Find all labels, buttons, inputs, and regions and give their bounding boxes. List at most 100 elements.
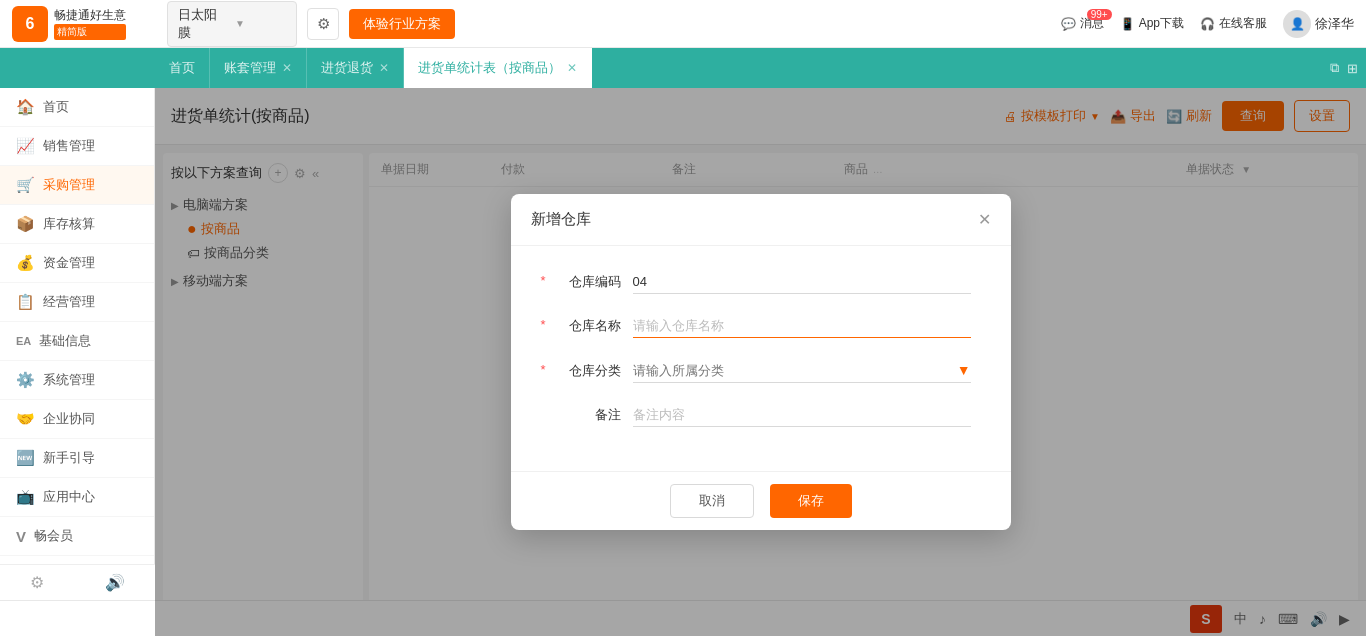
online-service-label: 在线客服 (1219, 15, 1267, 32)
warehouse-code-input[interactable] (633, 270, 971, 294)
avatar: 👤 (1283, 10, 1311, 38)
app-download-label: App下载 (1139, 15, 1184, 32)
store-selector[interactable]: 日太阳膜 ▼ (167, 1, 297, 47)
sidebar-item-basic-info[interactable]: EA 基础信息 (0, 322, 154, 361)
header-right: 💬 消息 99+ 📱 App下载 🎧 在线客服 👤 徐泽华 (1061, 10, 1354, 38)
sidebar-item-sales[interactable]: 📈 销售管理 (0, 127, 154, 166)
user-name-label: 徐泽华 (1315, 15, 1354, 33)
sidebar-label-app-center: 应用中心 (43, 488, 95, 506)
finance-icon: 💰 (16, 254, 35, 272)
dialog-body: 仓库编码 仓库名称 仓库分类 ▼ (511, 246, 1011, 471)
app-logo-icon: 6 (12, 6, 48, 42)
content-area: 进货单统计(按商品) 🖨 按模板打印 ▼ 📤 导出 🔄 刷新 查询 设置 (155, 88, 1366, 636)
sidebar-label-sales: 销售管理 (43, 137, 95, 155)
sidebar-item-purchase[interactable]: 🛒 采购管理 (0, 166, 154, 205)
system-icon: ⚙️ (16, 371, 35, 389)
sidebar-item-guide[interactable]: 🆕 新手引导 (0, 439, 154, 478)
tab-purchase-stats[interactable]: 进货单统计表（按商品） ✕ (404, 48, 592, 88)
purchase-icon: 🛒 (16, 176, 35, 194)
category-dropdown-arrow: ▼ (957, 362, 971, 378)
sidebar-item-enterprise[interactable]: 🤝 企业协同 (0, 400, 154, 439)
sidebar-settings-icon[interactable]: ⚙ (30, 573, 44, 592)
tab-account-management[interactable]: 账套管理 ✕ (210, 48, 307, 88)
dialog-title: 新增仓库 (531, 210, 591, 229)
cancel-button[interactable]: 取消 (670, 484, 754, 518)
sidebar-item-finance[interactable]: 💰 资金管理 (0, 244, 154, 283)
sidebar-item-inventory[interactable]: 📦 库存核算 (0, 205, 154, 244)
sidebar-label-purchase: 采购管理 (43, 176, 95, 194)
tab-purchase-return[interactable]: 进货退货 ✕ (307, 48, 404, 88)
sidebar-label-basic-info: 基础信息 (39, 332, 91, 350)
sidebar-label-finance: 资金管理 (43, 254, 95, 272)
sidebar: 🏠 首页 📈 销售管理 🛒 采购管理 📦 库存核算 💰 资金管理 📋 经营管理 … (0, 88, 155, 636)
messages-badge: 99+ (1087, 9, 1112, 20)
sidebar-label-system: 系统管理 (43, 371, 95, 389)
tab-bar: 首页 账套管理 ✕ 进货退货 ✕ 进货单统计表（按商品） ✕ ⧉ ⊞ (0, 48, 1366, 88)
brand-name: 畅捷通好生意 (54, 7, 126, 24)
tab-bar-controls: ⧉ ⊞ (1330, 60, 1366, 76)
sidebar-label-membership: 畅会员 (34, 527, 73, 545)
store-name: 日太阳膜 (178, 6, 229, 42)
messages-button[interactable]: 💬 消息 99+ (1061, 15, 1104, 32)
gear-button[interactable]: ⚙ (307, 8, 339, 40)
dialog-header: 新增仓库 ✕ (511, 194, 1011, 246)
warehouse-code-label: 仓库编码 (551, 273, 621, 291)
tab-window-expand[interactable]: ⊞ (1347, 61, 1358, 76)
warehouse-category-label: 仓库分类 (551, 362, 621, 380)
sidebar-bottom-controls: ⚙ 🔊 (0, 564, 155, 600)
sales-icon: 📈 (16, 137, 35, 155)
tab-close-stats[interactable]: ✕ (567, 61, 577, 75)
app-download-button[interactable]: 📱 App下载 (1120, 15, 1184, 32)
headset-icon: 🎧 (1200, 17, 1215, 31)
warehouse-remark-label: 备注 (551, 406, 621, 424)
inventory-icon: 📦 (16, 215, 35, 233)
top-header: 6 畅捷通好生意 精简版 日太阳膜 ▼ ⚙ 体验行业方案 💬 消息 99+ 📱 … (0, 0, 1366, 48)
warehouse-category-row: 仓库分类 ▼ (551, 358, 971, 383)
guide-icon: 🆕 (16, 449, 35, 467)
warehouse-remark-row: 备注 (551, 403, 971, 427)
app-center-icon: 📺 (16, 488, 35, 506)
sidebar-label-home: 首页 (43, 98, 69, 116)
phone-icon: 📱 (1120, 17, 1135, 31)
sidebar-item-home[interactable]: 🏠 首页 (0, 88, 154, 127)
warehouse-name-row: 仓库名称 (551, 314, 971, 338)
sidebar-item-membership[interactable]: V 畅会员 (0, 517, 154, 556)
sidebar-label-guide: 新手引导 (43, 449, 95, 467)
warehouse-name-label: 仓库名称 (551, 317, 621, 335)
membership-icon: V (16, 528, 26, 545)
tab-home[interactable]: 首页 (155, 48, 210, 88)
operations-icon: 📋 (16, 293, 35, 311)
warehouse-name-input[interactable] (633, 314, 971, 338)
warehouse-category-select[interactable]: ▼ (633, 358, 971, 383)
sidebar-item-system[interactable]: ⚙️ 系统管理 (0, 361, 154, 400)
sidebar-item-app-center[interactable]: 📺 应用中心 (0, 478, 154, 517)
app-badge: 精简版 (54, 24, 126, 40)
warehouse-remark-input[interactable] (633, 403, 971, 427)
sidebar-item-operations[interactable]: 📋 经营管理 (0, 283, 154, 322)
trial-button[interactable]: 体验行业方案 (349, 9, 455, 39)
online-service-button[interactable]: 🎧 在线客服 (1200, 15, 1267, 32)
basic-info-icon: EA (16, 335, 31, 347)
user-profile[interactable]: 👤 徐泽华 (1283, 10, 1354, 38)
tab-window-restore[interactable]: ⧉ (1330, 60, 1339, 76)
sidebar-label-inventory: 库存核算 (43, 215, 95, 233)
sidebar-label-enterprise: 企业协同 (43, 410, 95, 428)
main-layout: 🏠 首页 📈 销售管理 🛒 采购管理 📦 库存核算 💰 资金管理 📋 经营管理 … (0, 88, 1366, 636)
sidebar-collapse-icon[interactable]: 🔊 (105, 573, 125, 592)
save-button[interactable]: 保存 (770, 484, 852, 518)
dialog-close-button[interactable]: ✕ (978, 212, 991, 228)
warehouse-code-row: 仓库编码 (551, 270, 971, 294)
tab-close-account[interactable]: ✕ (282, 61, 292, 75)
tab-close-return[interactable]: ✕ (379, 61, 389, 75)
enterprise-icon: 🤝 (16, 410, 35, 428)
message-icon: 💬 (1061, 17, 1076, 31)
gear-icon: ⚙ (317, 15, 330, 33)
modal-overlay: 新增仓库 ✕ 仓库编码 仓库名称 (155, 88, 1366, 636)
sidebar-label-operations: 经营管理 (43, 293, 95, 311)
logo-area: 6 畅捷通好生意 精简版 (12, 6, 167, 42)
new-warehouse-dialog: 新增仓库 ✕ 仓库编码 仓库名称 (511, 194, 1011, 530)
warehouse-category-input[interactable] (633, 363, 957, 378)
home-icon: 🏠 (16, 98, 35, 116)
store-dropdown-arrow: ▼ (235, 18, 286, 29)
dialog-footer: 取消 保存 (511, 471, 1011, 530)
